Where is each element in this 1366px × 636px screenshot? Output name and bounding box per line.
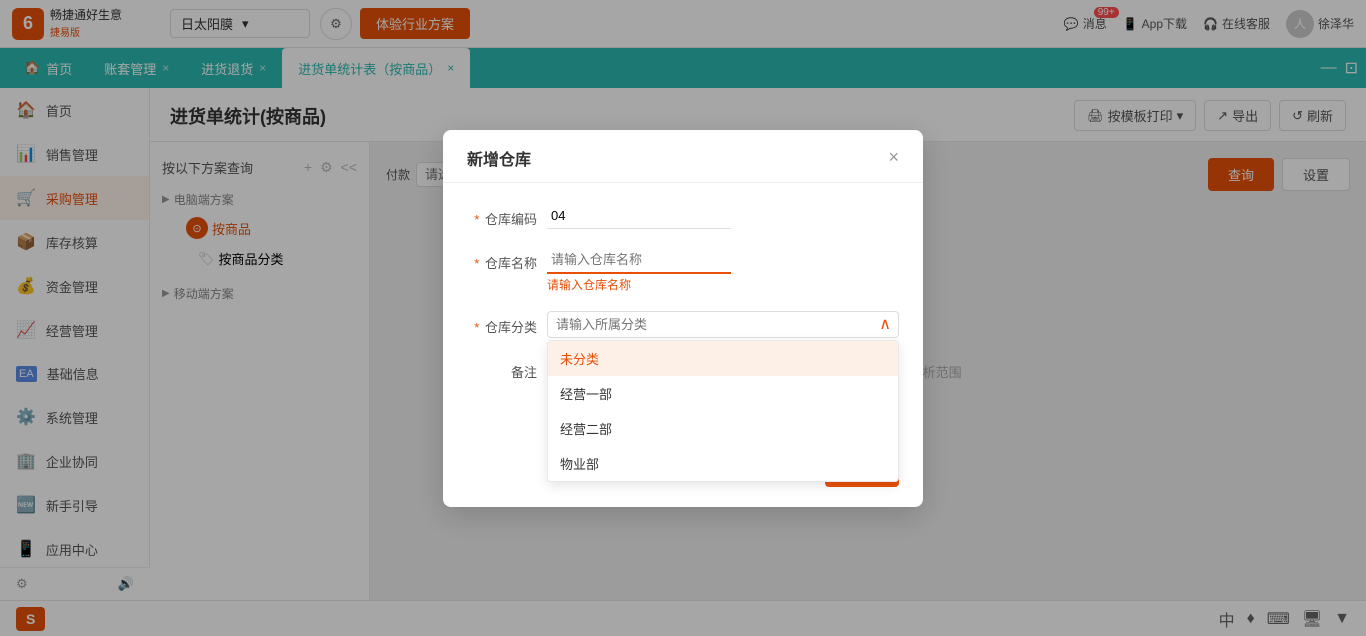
warehouse-name-label: * 仓库名称	[467, 247, 547, 272]
warehouse-code-wrap	[547, 203, 899, 229]
remarks-label: 备注	[467, 356, 547, 381]
warehouse-name-input[interactable]	[547, 247, 731, 274]
dropdown-item-ops1[interactable]: 经营一部	[548, 376, 898, 411]
warehouse-name-row: * 仓库名称 请输入仓库名称	[467, 247, 899, 293]
new-warehouse-dialog: 新增仓库 × * 仓库编码 * 仓库名称	[443, 130, 923, 507]
dropdown-item-ops2[interactable]: 经营二部	[548, 411, 898, 446]
warehouse-code-label: * 仓库编码	[467, 203, 547, 228]
warehouse-name-error: 请输入仓库名称	[547, 276, 899, 293]
modal-overlay[interactable]: 新增仓库 × * 仓库编码 * 仓库名称	[0, 0, 1366, 636]
dropdown-item-uncategorized[interactable]: 未分类	[548, 341, 898, 376]
dropdown-item-property[interactable]: 物业部	[548, 446, 898, 481]
warehouse-category-label: * 仓库分类	[467, 311, 547, 336]
warehouse-category-input[interactable]	[547, 311, 899, 338]
warehouse-code-row: * 仓库编码	[467, 203, 899, 229]
warehouse-code-input[interactable]	[547, 203, 731, 229]
category-dropdown-icon[interactable]: ∧	[879, 314, 891, 334]
dialog-body: * 仓库编码 * 仓库名称 请输入仓库名称	[443, 183, 923, 444]
warehouse-name-wrap: 请输入仓库名称	[547, 247, 899, 293]
dialog-title: 新增仓库	[467, 146, 531, 170]
dialog-header: 新增仓库 ×	[443, 130, 923, 183]
category-dropdown-list: 未分类 经营一部 经营二部 物业部	[547, 340, 899, 482]
dialog-close-icon[interactable]: ×	[888, 147, 899, 168]
warehouse-category-row: * 仓库分类 ∧ 未分类 经营一部 经营二部 物业部	[467, 311, 899, 338]
required-star: *	[474, 212, 479, 227]
warehouse-category-wrap: ∧ 未分类 经营一部 经营二部 物业部	[547, 311, 899, 338]
